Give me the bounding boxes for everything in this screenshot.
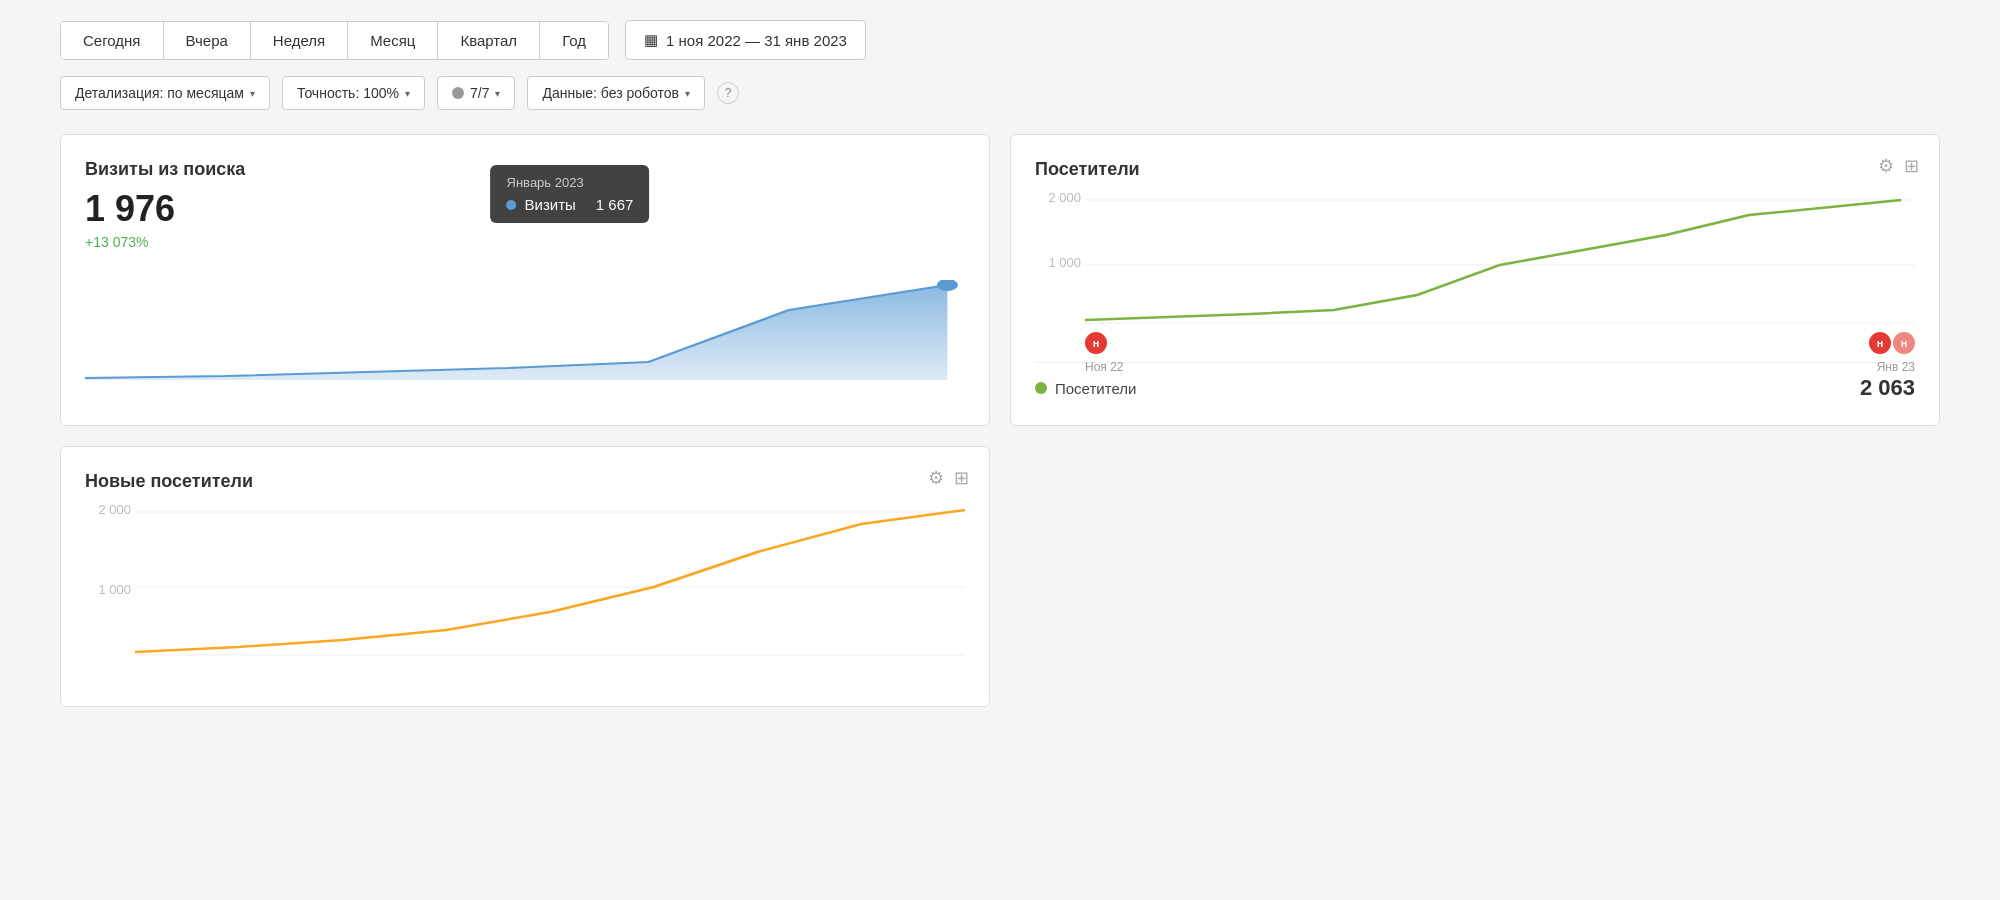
segments-filter[interactable]: 7/7 ▾ (437, 76, 515, 110)
filters-row: Детализация: по месяцам ▾ Точность: 100%… (60, 76, 1940, 110)
period-today[interactable]: Сегодня (61, 22, 164, 59)
detail-chevron: ▾ (250, 88, 255, 99)
card-visitors-icons: ⚙ ⊞ (1878, 155, 1919, 177)
data-filter[interactable]: Данные: без роботов ▾ (527, 76, 705, 110)
segments-indicator (452, 87, 464, 99)
card-search-visits-value: 1 976 (85, 188, 965, 230)
y-label-new-mid: 1 000 (98, 582, 131, 597)
y-label-top: 2 000 (1048, 190, 1081, 205)
period-yesterday[interactable]: Вчера (164, 22, 251, 59)
legend-label-visitors: Посетители (1055, 380, 1136, 397)
calendar-icon: ▦ (644, 31, 658, 49)
accuracy-chevron: ▾ (405, 88, 410, 99)
chart-visitors: 2 000 1 000 н н н (1035, 190, 1915, 350)
card-search-visits-title: Визиты из поиска (85, 159, 965, 180)
accuracy-label: Точность: 100% (297, 85, 399, 101)
area-fill (85, 285, 947, 380)
markers-row-visitors: н н н (1085, 332, 1915, 354)
legend-dot-visitors (1035, 382, 1047, 394)
area-chart-svg (85, 280, 965, 380)
card-visitors-title: Посетители (1035, 159, 1915, 180)
y-label-mid: 1 000 (1048, 255, 1081, 270)
card-new-visitors: Новые посетители ⚙ ⊞ 2 000 1 000 (60, 446, 990, 707)
accuracy-filter[interactable]: Точность: 100% ▾ (282, 76, 425, 110)
cards-grid: Визиты из поиска 1 976 +13 073% Январь 2… (60, 134, 1940, 707)
segments-label: 7/7 (470, 85, 489, 101)
period-month[interactable]: Месяц (348, 22, 438, 59)
card-visitors: Посетители ⚙ ⊞ 2 000 1 000 (1010, 134, 1940, 426)
detail-filter[interactable]: Детализация: по месяцам ▾ (60, 76, 270, 110)
legend-visitors: Посетители (1035, 380, 1136, 397)
toolbar: Сегодня Вчера Неделя Месяц Квартал Год ▦… (60, 20, 1940, 60)
data-chevron: ▾ (685, 88, 690, 99)
x-label-right: Янв 23 (1877, 360, 1915, 374)
marker-h-left: н (1085, 332, 1107, 354)
grid-icon-new[interactable]: ⊞ (954, 467, 969, 489)
gear-icon[interactable]: ⚙ (1878, 155, 1894, 177)
chart-new-visitors: 2 000 1 000 (85, 502, 965, 682)
x-label-left: Ноя 22 (1085, 360, 1124, 374)
gear-icon-new[interactable]: ⚙ (928, 467, 944, 489)
data-label: Данные: без роботов (542, 85, 679, 101)
new-visitors-line (135, 510, 965, 652)
period-quarter[interactable]: Квартал (438, 22, 540, 59)
card-new-visitors-icons: ⚙ ⊞ (928, 467, 969, 489)
period-week[interactable]: Неделя (251, 22, 348, 59)
period-year[interactable]: Год (540, 22, 608, 59)
line-chart-new-visitors-svg (135, 502, 965, 662)
card-new-visitors-title: Новые посетители (85, 471, 965, 492)
marker-right: н н (1869, 332, 1915, 354)
y-axis-visitors: 2 000 1 000 (1035, 190, 1081, 320)
marker-h-right-group: н н (1869, 332, 1915, 354)
legend-value-visitors: 2 063 (1860, 375, 1915, 401)
detail-label: Детализация: по месяцам (75, 85, 244, 101)
y-label-new-top: 2 000 (98, 502, 131, 517)
date-range-button[interactable]: ▦ 1 ноя 2022 — 31 янв 2023 (625, 20, 866, 60)
y-axis-new-visitors: 2 000 1 000 (85, 502, 131, 662)
date-range-label: 1 ноя 2022 — 31 янв 2023 (666, 32, 847, 49)
card-search-visits-change: +13 073% (85, 234, 965, 250)
card-search-visits: Визиты из поиска 1 976 +13 073% Январь 2… (60, 134, 990, 426)
marker-h-right2: н (1893, 332, 1915, 354)
segments-chevron: ▾ (495, 88, 500, 99)
chart-search-visits (85, 280, 965, 380)
grid-icon[interactable]: ⊞ (1904, 155, 1919, 177)
marker-h-right: н (1869, 332, 1891, 354)
visitors-line (1085, 200, 1901, 320)
x-axis-visitors: Ноя 22 Янв 23 (1085, 358, 1915, 374)
period-buttons: Сегодня Вчера Неделя Месяц Квартал Год (60, 21, 609, 60)
help-button[interactable]: ? (717, 82, 739, 104)
marker-left: н (1085, 332, 1107, 354)
line-chart-visitors-svg (1085, 190, 1915, 330)
